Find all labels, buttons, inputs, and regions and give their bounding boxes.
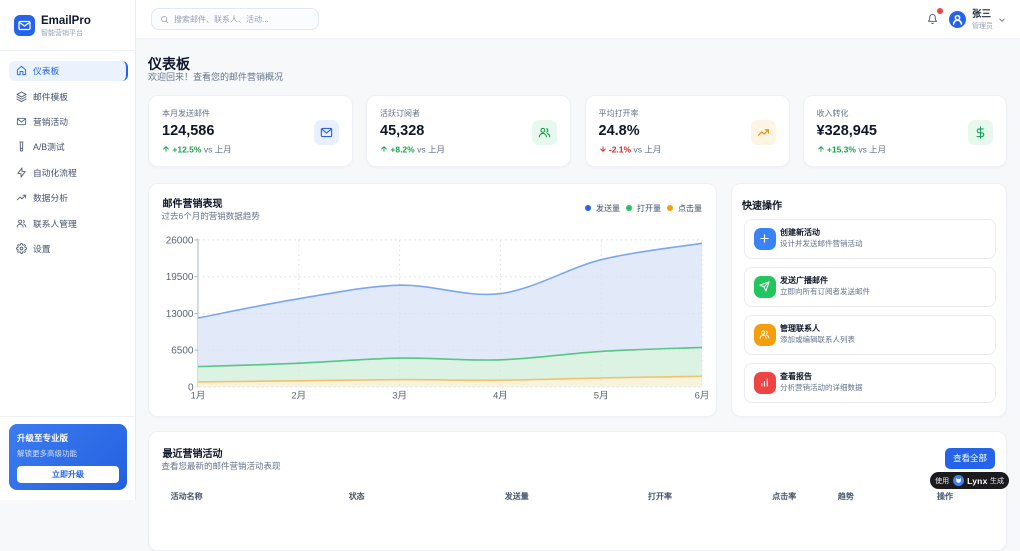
svg-text:6月: 6月 <box>695 391 710 402</box>
svg-text:6500: 6500 <box>171 346 194 357</box>
svg-text:5月: 5月 <box>594 391 609 402</box>
svg-text:19500: 19500 <box>166 272 194 283</box>
svg-text:4月: 4月 <box>493 391 508 402</box>
svg-text:13000: 13000 <box>166 309 194 320</box>
svg-text:1月: 1月 <box>191 391 206 402</box>
svg-text:26000: 26000 <box>166 235 194 246</box>
svg-text:3月: 3月 <box>392 391 407 402</box>
svg-text:2月: 2月 <box>291 391 306 402</box>
